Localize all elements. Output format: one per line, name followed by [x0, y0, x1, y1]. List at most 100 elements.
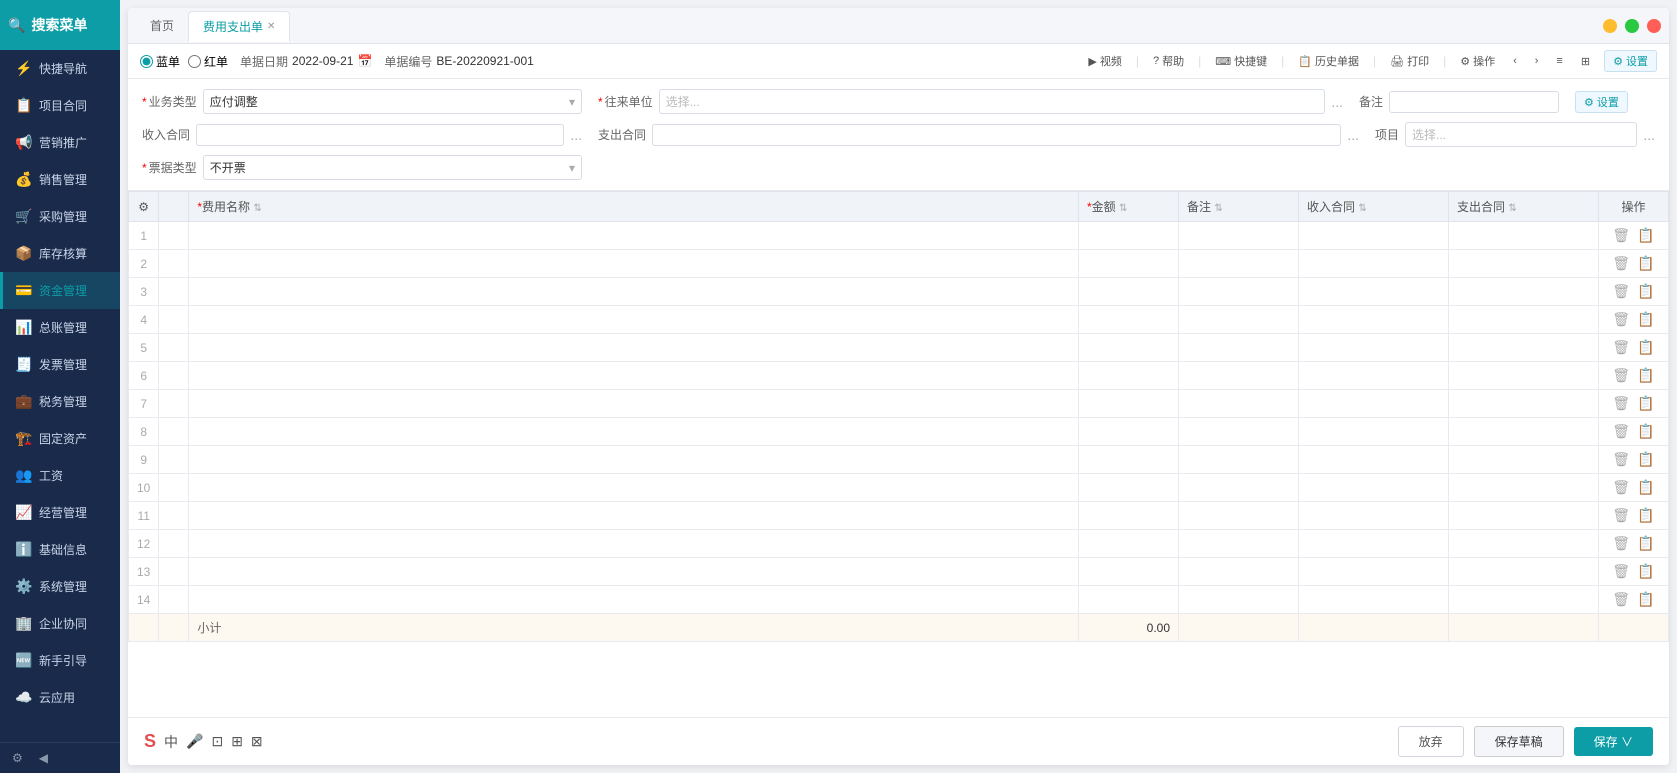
cell-expense-contract-7[interactable] — [1449, 390, 1599, 418]
cell-amount-1[interactable] — [1079, 222, 1179, 250]
window-minimize[interactable] — [1603, 19, 1617, 33]
save-local-icon[interactable]: ⊞ — [231, 733, 243, 750]
toolbar-print-btn[interactable]: 🖨 打印 — [1386, 51, 1433, 71]
sidebar-item-new-guide[interactable]: 🆕新手引导 — [0, 642, 120, 679]
cell-expense-contract-4[interactable] — [1449, 306, 1599, 334]
cell-income-contract-6[interactable] — [1299, 362, 1449, 390]
cell-amount-7[interactable] — [1079, 390, 1179, 418]
invoice-type-select[interactable]: 不开票 ▾ — [203, 155, 582, 180]
sidebar-item-operations[interactable]: 📈经营管理 — [0, 494, 120, 531]
calendar-icon[interactable]: 📅 — [357, 54, 372, 68]
cell-note-8[interactable] — [1179, 418, 1299, 446]
sidebar-item-cloud-app[interactable]: ☁️云应用 — [0, 679, 120, 716]
copy-row-4[interactable]: 📋 — [1635, 311, 1656, 328]
cell-note-9[interactable] — [1179, 446, 1299, 474]
cell-income-contract-13[interactable] — [1299, 558, 1449, 586]
income-contract-input[interactable] — [196, 124, 564, 146]
cell-income-contract-2[interactable] — [1299, 250, 1449, 278]
delete-row-2[interactable]: 🗑 — [1610, 255, 1632, 272]
cell-note-7[interactable] — [1179, 390, 1299, 418]
tab-expense-close[interactable]: ✕ — [267, 21, 275, 32]
sort-note[interactable]: ⇅ — [1214, 203, 1222, 214]
cell-amount-5[interactable] — [1079, 334, 1179, 362]
cell-expense-name-13[interactable] — [189, 558, 1079, 586]
copy-row-12[interactable]: 📋 — [1635, 535, 1656, 552]
copy-row-10[interactable]: 📋 — [1635, 479, 1656, 496]
sidebar-item-purchase[interactable]: 🛒采购管理 — [0, 198, 120, 235]
cell-amount-10[interactable] — [1079, 474, 1179, 502]
copy-row-1[interactable]: 📋 — [1635, 227, 1656, 244]
cell-expense-contract-10[interactable] — [1449, 474, 1599, 502]
cell-income-contract-9[interactable] — [1299, 446, 1449, 474]
delete-row-9[interactable]: 🗑 — [1610, 451, 1632, 468]
cell-amount-11[interactable] — [1079, 502, 1179, 530]
delete-row-12[interactable]: 🗑 — [1610, 535, 1632, 552]
cell-expense-name-7[interactable] — [189, 390, 1079, 418]
delete-row-3[interactable]: 🗑 — [1610, 283, 1632, 300]
cell-expense-contract-8[interactable] — [1449, 418, 1599, 446]
cell-expense-contract-13[interactable] — [1449, 558, 1599, 586]
cell-expense-contract-3[interactable] — [1449, 278, 1599, 306]
sidebar-item-invoice[interactable]: 🧾发票管理 — [0, 346, 120, 383]
toolbar-shortcut-btn[interactable]: ⌨ 快捷键 — [1211, 51, 1271, 71]
cell-amount-2[interactable] — [1079, 250, 1179, 278]
cell-expense-contract-6[interactable] — [1449, 362, 1599, 390]
form-settings-button[interactable]: ⚙ 设置 — [1575, 91, 1628, 113]
cell-expense-contract-11[interactable] — [1449, 502, 1599, 530]
toolbar-view-list[interactable]: ≡ — [1552, 53, 1566, 69]
radio-blue-input[interactable] — [140, 55, 153, 68]
mic-icon[interactable]: 🎤 — [186, 733, 203, 750]
cell-expense-name-14[interactable] — [189, 586, 1079, 614]
grid-icon[interactable]: ⊠ — [251, 733, 263, 750]
cell-income-contract-12[interactable] — [1299, 530, 1449, 558]
cell-expense-contract-5[interactable] — [1449, 334, 1599, 362]
toolbar-help-btn[interactable]: ? 帮助 — [1149, 51, 1188, 71]
sidebar-item-project-contract[interactable]: 📋项目合同 — [0, 87, 120, 124]
cell-amount-13[interactable] — [1079, 558, 1179, 586]
radio-blue[interactable]: 蓝单 — [140, 53, 180, 70]
cell-expense-name-12[interactable] — [189, 530, 1079, 558]
sidebar-item-inventory[interactable]: 📦库存核算 — [0, 235, 120, 272]
radio-red-input[interactable] — [188, 55, 201, 68]
cell-note-1[interactable] — [1179, 222, 1299, 250]
counterpart-select[interactable]: 选择... — [659, 89, 1326, 114]
abandon-button[interactable]: 放弃 — [1398, 726, 1464, 757]
cell-note-13[interactable] — [1179, 558, 1299, 586]
delete-row-14[interactable]: 🗑 — [1610, 591, 1632, 608]
copy-row-3[interactable]: 📋 — [1635, 283, 1656, 300]
project-select[interactable]: 选择... — [1405, 122, 1637, 147]
cell-expense-name-6[interactable] — [189, 362, 1079, 390]
cell-amount-6[interactable] — [1079, 362, 1179, 390]
copy-row-8[interactable]: 📋 — [1635, 423, 1656, 440]
cell-amount-14[interactable] — [1079, 586, 1179, 614]
save-button[interactable]: 保存 ∨ — [1574, 727, 1653, 756]
settings-icon[interactable]: ⚙ — [12, 751, 23, 765]
cell-expense-contract-2[interactable] — [1449, 250, 1599, 278]
cell-amount-12[interactable] — [1079, 530, 1179, 558]
tab-home[interactable]: 首页 — [136, 11, 188, 40]
delete-row-7[interactable]: 🗑 — [1610, 395, 1632, 412]
sidebar-item-marketing[interactable]: 📢营销推广 — [0, 124, 120, 161]
expense-contract-ellipsis[interactable]: ... — [1347, 127, 1359, 143]
cell-income-contract-4[interactable] — [1299, 306, 1449, 334]
cell-expense-name-4[interactable] — [189, 306, 1079, 334]
save-draft-button[interactable]: 保存草稿 — [1474, 726, 1564, 757]
cell-expense-name-11[interactable] — [189, 502, 1079, 530]
settings-button[interactable]: ⚙ 设置 — [1604, 50, 1657, 72]
cell-income-contract-14[interactable] — [1299, 586, 1449, 614]
cell-note-2[interactable] — [1179, 250, 1299, 278]
sort-expense-contract[interactable]: ⇅ — [1508, 203, 1516, 214]
audio-icon[interactable]: ◀ — [39, 751, 48, 765]
sidebar-item-fixed-assets[interactable]: 🏗️固定资产 — [0, 420, 120, 457]
cell-income-contract-7[interactable] — [1299, 390, 1449, 418]
cell-expense-name-8[interactable] — [189, 418, 1079, 446]
cell-amount-8[interactable] — [1079, 418, 1179, 446]
toolbar-ops-btn[interactable]: ⚙ 操作 — [1456, 51, 1499, 71]
toolbar-view-grid[interactable]: ⊞ — [1577, 53, 1594, 70]
copy-row-11[interactable]: 📋 — [1635, 507, 1656, 524]
copy-row-5[interactable]: 📋 — [1635, 339, 1656, 356]
cell-expense-contract-1[interactable] — [1449, 222, 1599, 250]
cell-expense-contract-9[interactable] — [1449, 446, 1599, 474]
sort-expense-name[interactable]: ⇅ — [253, 203, 261, 214]
delete-row-1[interactable]: 🗑 — [1610, 227, 1632, 244]
